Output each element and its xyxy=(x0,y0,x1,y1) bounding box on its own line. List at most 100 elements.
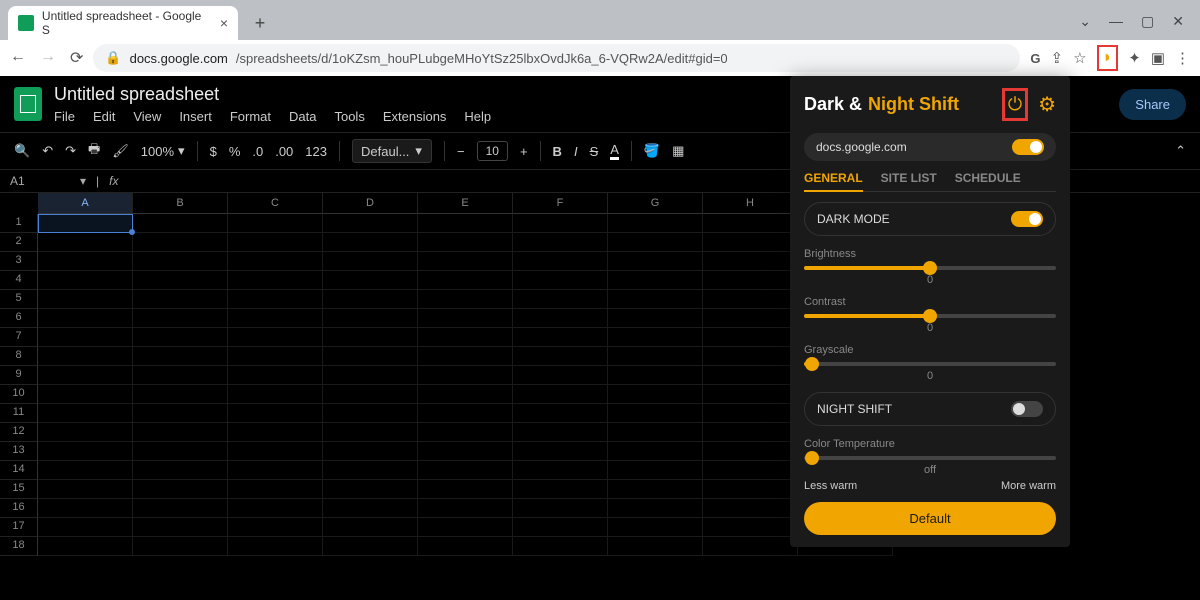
cell[interactable] xyxy=(608,233,703,252)
cell[interactable] xyxy=(133,328,228,347)
collapse-toolbar-icon[interactable]: ⌃ xyxy=(1175,143,1186,159)
cell[interactable] xyxy=(703,518,798,537)
cell[interactable] xyxy=(703,347,798,366)
cell[interactable] xyxy=(608,442,703,461)
cell[interactable] xyxy=(323,233,418,252)
cell[interactable] xyxy=(38,404,133,423)
cell[interactable] xyxy=(608,271,703,290)
cell[interactable] xyxy=(323,537,418,556)
cell[interactable] xyxy=(513,271,608,290)
menu-insert[interactable]: Insert xyxy=(179,109,212,124)
cell[interactable] xyxy=(228,328,323,347)
increase-decimal-icon[interactable]: .00 xyxy=(275,144,293,159)
cell[interactable] xyxy=(323,480,418,499)
cell[interactable] xyxy=(608,480,703,499)
row-header[interactable]: 7 xyxy=(0,328,38,347)
brightness-slider[interactable] xyxy=(804,266,1056,270)
row-header[interactable]: 18 xyxy=(0,537,38,556)
cell[interactable] xyxy=(228,271,323,290)
cell[interactable] xyxy=(418,385,513,404)
cell[interactable] xyxy=(228,480,323,499)
row-header[interactable]: 13 xyxy=(0,442,38,461)
decrease-font-icon[interactable]: − xyxy=(457,144,465,159)
currency-icon[interactable]: $ xyxy=(210,144,217,159)
cell[interactable] xyxy=(323,366,418,385)
cell[interactable] xyxy=(228,290,323,309)
close-window-icon[interactable]: ✕ xyxy=(1172,13,1184,30)
cell[interactable] xyxy=(608,252,703,271)
cell[interactable] xyxy=(323,309,418,328)
cell[interactable] xyxy=(608,499,703,518)
redo-icon[interactable]: ↷ xyxy=(65,143,76,159)
cell[interactable] xyxy=(228,347,323,366)
cell[interactable] xyxy=(513,290,608,309)
decrease-decimal-icon[interactable]: .0 xyxy=(252,144,263,159)
menu-view[interactable]: View xyxy=(133,109,161,124)
cell[interactable] xyxy=(323,214,418,233)
row-header[interactable]: 11 xyxy=(0,404,38,423)
browser-tab[interactable]: Untitled spreadsheet - Google S × xyxy=(8,6,238,40)
back-icon[interactable]: ← xyxy=(10,48,26,68)
cell[interactable] xyxy=(133,385,228,404)
ext-tab-schedule[interactable]: SCHEDULE xyxy=(955,171,1021,185)
row-header[interactable]: 3 xyxy=(0,252,38,271)
kebab-menu-icon[interactable]: ⋮ xyxy=(1175,49,1190,67)
cell[interactable] xyxy=(133,233,228,252)
cell[interactable] xyxy=(228,499,323,518)
cell[interactable] xyxy=(418,442,513,461)
color-temp-slider[interactable] xyxy=(804,456,1056,460)
cell[interactable] xyxy=(323,385,418,404)
cell[interactable] xyxy=(323,423,418,442)
share-url-icon[interactable]: ⇪ xyxy=(1051,49,1064,67)
ext-tab-site-list[interactable]: SITE LIST xyxy=(881,171,937,185)
cell[interactable] xyxy=(228,461,323,480)
search-icon[interactable]: 🔍 xyxy=(14,143,30,159)
default-button[interactable]: Default xyxy=(804,502,1056,535)
cell[interactable] xyxy=(418,366,513,385)
cell[interactable] xyxy=(608,309,703,328)
bookmark-icon[interactable]: ☆ xyxy=(1073,49,1086,67)
menu-extensions[interactable]: Extensions xyxy=(383,109,447,124)
row-header[interactable]: 14 xyxy=(0,461,38,480)
cell[interactable] xyxy=(228,537,323,556)
chevron-down-icon[interactable]: ▾ xyxy=(80,174,86,188)
cell[interactable] xyxy=(418,347,513,366)
cell[interactable] xyxy=(133,442,228,461)
minimize-icon[interactable]: — xyxy=(1109,13,1123,30)
cell[interactable] xyxy=(513,518,608,537)
cell[interactable] xyxy=(133,252,228,271)
row-header[interactable]: 4 xyxy=(0,271,38,290)
column-header[interactable]: D xyxy=(323,193,418,214)
increase-font-icon[interactable]: + xyxy=(520,144,528,159)
menu-help[interactable]: Help xyxy=(464,109,491,124)
cell[interactable] xyxy=(418,537,513,556)
font-select[interactable]: Defaul... ▾ xyxy=(352,139,432,163)
cell[interactable] xyxy=(608,518,703,537)
maximize-icon[interactable]: ▢ xyxy=(1141,13,1154,30)
cell[interactable] xyxy=(133,537,228,556)
row-header[interactable]: 10 xyxy=(0,385,38,404)
row-header[interactable]: 5 xyxy=(0,290,38,309)
cell[interactable] xyxy=(323,252,418,271)
document-title[interactable]: Untitled spreadsheet xyxy=(54,84,491,105)
name-box[interactable]: A1 xyxy=(10,174,70,188)
cell[interactable] xyxy=(418,271,513,290)
column-header[interactable]: E xyxy=(418,193,513,214)
cell[interactable] xyxy=(228,233,323,252)
cell[interactable] xyxy=(703,404,798,423)
cell[interactable] xyxy=(38,537,133,556)
strikethrough-icon[interactable]: S xyxy=(590,144,599,159)
cell[interactable] xyxy=(513,366,608,385)
google-icon[interactable]: G xyxy=(1030,51,1040,66)
cell[interactable] xyxy=(608,423,703,442)
column-header[interactable]: H xyxy=(703,193,798,214)
cell[interactable] xyxy=(133,518,228,537)
cell[interactable] xyxy=(608,214,703,233)
cell[interactable] xyxy=(133,347,228,366)
cell[interactable] xyxy=(703,233,798,252)
cell[interactable] xyxy=(608,347,703,366)
cell[interactable] xyxy=(418,480,513,499)
print-icon[interactable]: 🖶 xyxy=(88,140,100,162)
cell[interactable] xyxy=(133,499,228,518)
cell[interactable] xyxy=(38,499,133,518)
